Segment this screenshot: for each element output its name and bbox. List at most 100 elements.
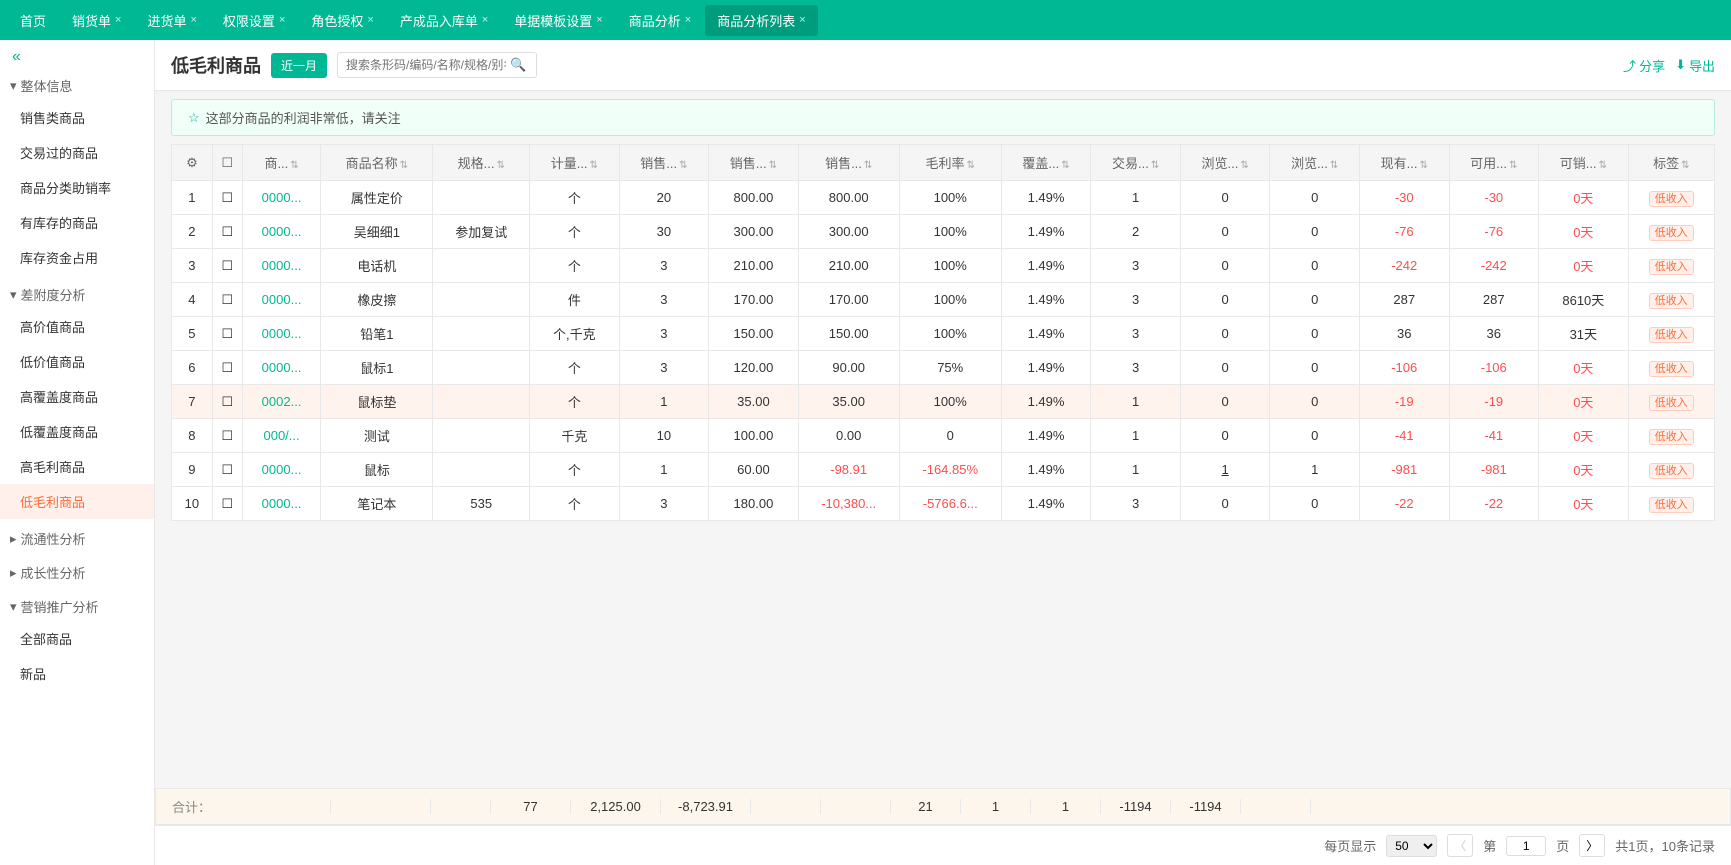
th-tag[interactable]: 标签⇅ [1628, 145, 1714, 181]
cell-checkbox[interactable]: ☐ [212, 317, 242, 351]
cell-checkbox[interactable]: ☐ [212, 351, 242, 385]
nav-close-template[interactable]: × [596, 14, 602, 26]
cell-cover: 1.49% [1001, 249, 1091, 283]
cell-code[interactable]: 0000... [242, 351, 320, 385]
cell-sales3: 300.00 [798, 215, 899, 249]
th-code[interactable]: 商...⇅ [242, 145, 320, 181]
date-filter-btn[interactable]: 近一月 [271, 53, 327, 78]
sidebar-item-high-value[interactable]: 高价值商品 [0, 309, 154, 344]
nav-close-permissions[interactable]: × [279, 14, 285, 26]
sidebar-item-sales-products[interactable]: 销售类商品 [0, 100, 154, 135]
sidebar-group-circulation[interactable]: 流通性分析 [0, 519, 154, 553]
cell-code[interactable]: 0000... [242, 453, 320, 487]
nav-close-roles[interactable]: × [367, 14, 373, 26]
sidebar-group-overall[interactable]: 整体信息 [0, 66, 154, 100]
cell-stock3: 0天 [1539, 385, 1629, 419]
cell-checkbox[interactable]: ☐ [212, 487, 242, 521]
nav-permissions[interactable]: 权限设置 × [211, 5, 297, 36]
cell-checkbox[interactable]: ☐ [212, 385, 242, 419]
cell-checkbox[interactable]: ☐ [212, 283, 242, 317]
cell-view2: 0 [1270, 351, 1360, 385]
sidebar-item-category-rate[interactable]: 商品分类助销率 [0, 170, 154, 205]
cell-checkbox[interactable]: ☐ [212, 181, 242, 215]
nav-roles[interactable]: 角色授权 × [299, 5, 385, 36]
cell-checkbox[interactable]: ☐ [212, 453, 242, 487]
cell-code[interactable]: 0000... [242, 181, 320, 215]
sidebar-item-new-products[interactable]: 新品 [0, 656, 154, 691]
sidebar-item-high-coverage[interactable]: 高覆盖度商品 [0, 379, 154, 414]
cell-view1: 0 [1180, 487, 1270, 521]
nav-template-settings[interactable]: 单据模板设置 × [502, 5, 614, 36]
cell-code[interactable]: 0002... [242, 385, 320, 419]
nav-sales[interactable]: 销货单 × [60, 5, 133, 36]
current-page-input[interactable] [1506, 836, 1546, 856]
cell-code[interactable]: 0000... [242, 487, 320, 521]
next-page-btn[interactable]: 〉 [1579, 834, 1605, 857]
top-navigation: 首页 销货单 × 进货单 × 权限设置 × 角色授权 × 产成品入库单 × 单据… [0, 0, 1731, 40]
cell-name: 属性定价 [321, 181, 433, 215]
share-btn[interactable]: ⤴ 分享 [1623, 56, 1665, 75]
cell-code[interactable]: 0000... [242, 317, 320, 351]
sidebar-item-traded-products[interactable]: 交易过的商品 [0, 135, 154, 170]
th-settings[interactable]: ⚙ [172, 145, 213, 181]
cell-code[interactable]: 0000... [242, 215, 320, 249]
cell-trade: 3 [1091, 249, 1181, 283]
th-stock2[interactable]: 可用...⇅ [1449, 145, 1539, 181]
nav-close-product-analysis-list[interactable]: × [799, 14, 805, 26]
cell-tag: 低收入 [1628, 453, 1714, 487]
nav-close-purchase[interactable]: × [190, 14, 196, 26]
page-size-select[interactable]: 50 100 200 [1386, 835, 1437, 857]
sidebar-item-high-margin[interactable]: 高毛利商品 [0, 449, 154, 484]
sidebar-item-inventory-capital[interactable]: 库存资金占用 [0, 240, 154, 275]
th-unit[interactable]: 计量...⇅ [530, 145, 620, 181]
table-row: 7☐0002...鼠标垫个135.0035.00100%1.49%100-19-… [172, 385, 1715, 419]
th-trade[interactable]: 交易...⇅ [1091, 145, 1181, 181]
cell-code[interactable]: 0000... [242, 249, 320, 283]
th-checkbox[interactable]: ☐ [212, 145, 242, 181]
nav-close-product-entry[interactable]: × [482, 14, 488, 26]
nav-product-entry[interactable]: 产成品入库单 × [388, 5, 500, 36]
th-name[interactable]: 商品名称⇅ [321, 145, 433, 181]
nav-close-product-analysis[interactable]: × [685, 14, 691, 26]
cell-code[interactable]: 000/... [242, 419, 320, 453]
sidebar-group-coverage[interactable]: 差附度分析 [0, 275, 154, 309]
search-input[interactable] [346, 58, 506, 72]
cell-checkbox[interactable]: ☐ [212, 249, 242, 283]
cell-view2: 0 [1270, 385, 1360, 419]
cell-stock1: -242 [1359, 249, 1449, 283]
cell-checkbox[interactable]: ☐ [212, 215, 242, 249]
nav-close-sales[interactable]: × [115, 14, 121, 26]
sidebar-item-all-products[interactable]: 全部商品 [0, 621, 154, 656]
nav-product-analysis-list[interactable]: 商品分析列表 × [705, 5, 817, 36]
sidebar-item-low-coverage[interactable]: 低覆盖度商品 [0, 414, 154, 449]
sidebar-group-marketing[interactable]: 营销推广分析 [0, 587, 154, 621]
nav-purchase[interactable]: 进货单 × [135, 5, 208, 36]
sidebar-item-stocked-products[interactable]: 有库存的商品 [0, 205, 154, 240]
th-spec[interactable]: 规格...⇅ [433, 145, 530, 181]
th-sales1[interactable]: 销售...⇅ [619, 145, 709, 181]
table-wrapper[interactable]: ⚙ ☐ 商...⇅ 商品名称⇅ 规格...⇅ 计量...⇅ 销售...⇅ 销售.… [155, 144, 1731, 788]
th-stock1[interactable]: 现有...⇅ [1359, 145, 1449, 181]
cell-stock2: -106 [1449, 351, 1539, 385]
th-stock3[interactable]: 可销...⇅ [1539, 145, 1629, 181]
th-sales2[interactable]: 销售...⇅ [709, 145, 799, 181]
nav-product-analysis[interactable]: 商品分析 × [617, 5, 703, 36]
export-btn[interactable]: ⬇ 导出 [1675, 56, 1715, 75]
search-icon[interactable]: 🔍 [510, 57, 526, 73]
cell-view2: 0 [1270, 487, 1360, 521]
sidebar-item-low-value[interactable]: 低价值商品 [0, 344, 154, 379]
th-view2[interactable]: 浏览...⇅ [1270, 145, 1360, 181]
nav-home[interactable]: 首页 [8, 5, 58, 36]
cell-sales2: 180.00 [709, 487, 799, 521]
footer-sales1: 77 [491, 799, 571, 814]
cell-code[interactable]: 0000... [242, 283, 320, 317]
th-cover[interactable]: 覆盖...⇅ [1001, 145, 1091, 181]
th-sales3[interactable]: 销售...⇅ [798, 145, 899, 181]
prev-page-btn[interactable]: 〈 [1447, 834, 1473, 857]
sidebar-group-growth[interactable]: 成长性分析 [0, 553, 154, 587]
sidebar-item-low-margin[interactable]: 低毛利商品 [0, 484, 154, 519]
cell-checkbox[interactable]: ☐ [212, 419, 242, 453]
th-view1[interactable]: 浏览...⇅ [1180, 145, 1270, 181]
th-gross[interactable]: 毛利率⇅ [899, 145, 1001, 181]
sidebar-collapse-btn[interactable]: « [8, 48, 25, 66]
